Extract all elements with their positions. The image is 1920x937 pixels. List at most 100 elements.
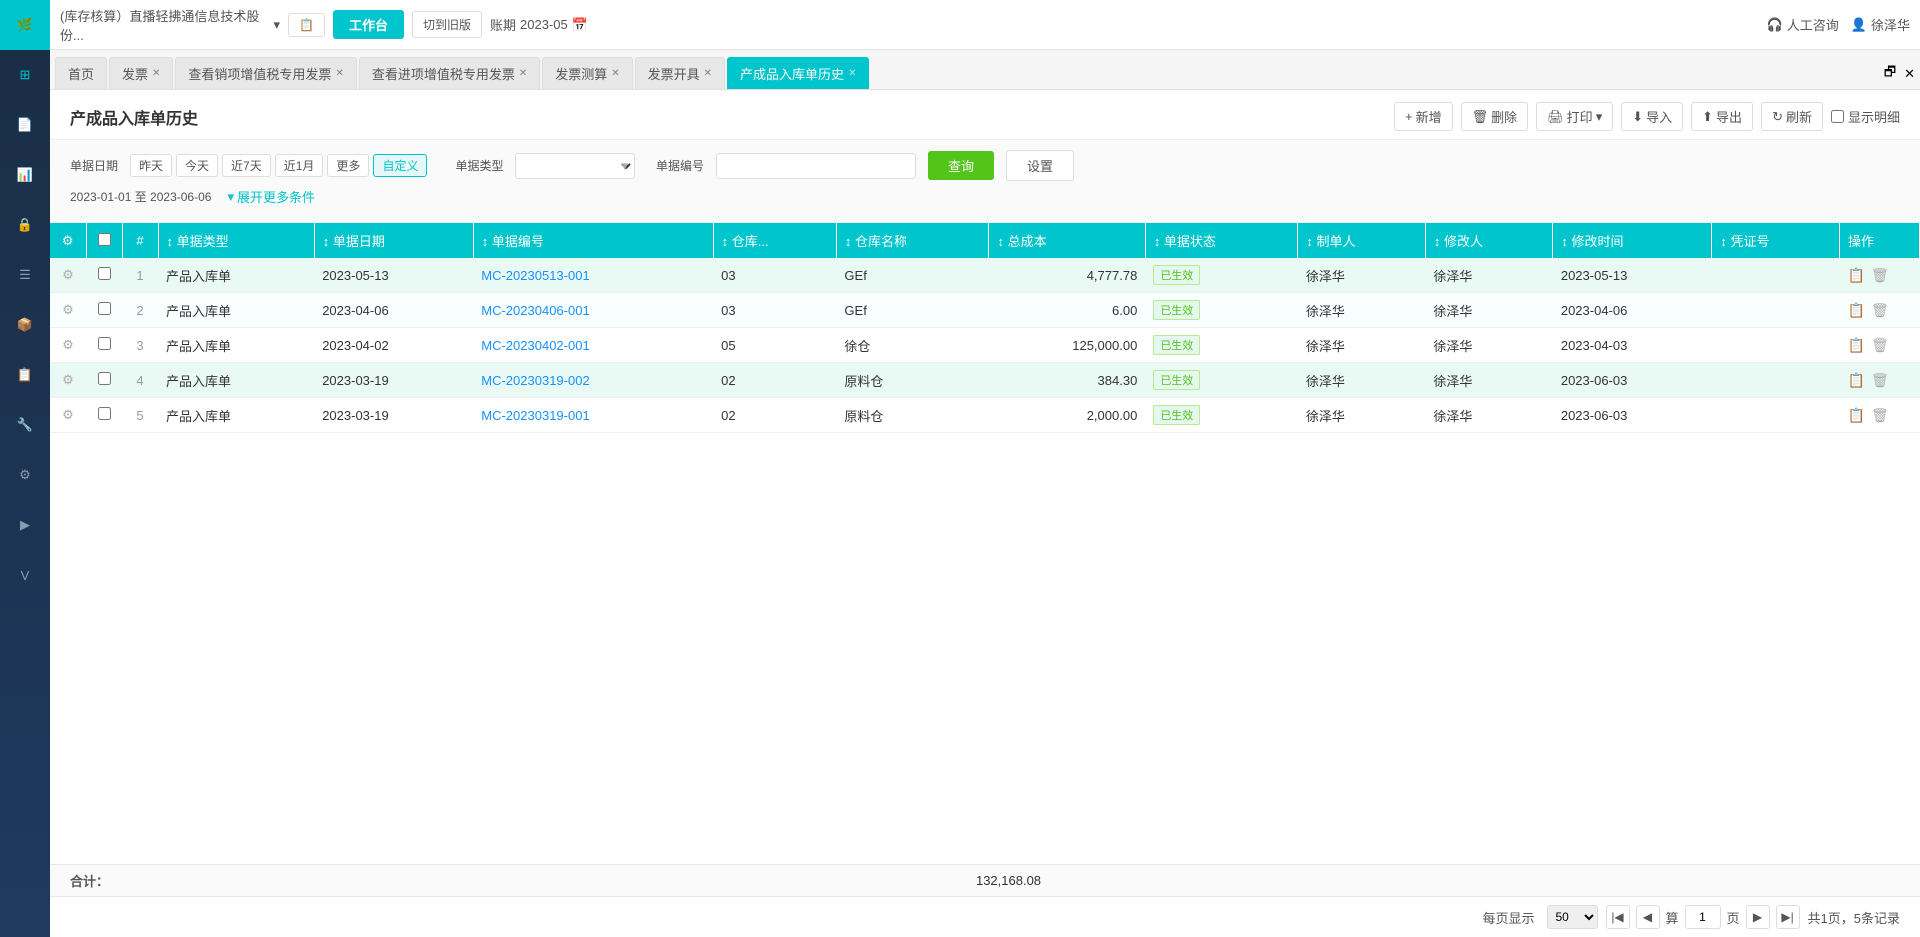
- checkbox-col-header[interactable]: [86, 223, 122, 258]
- sidebar-item-list[interactable]: ☰: [0, 250, 50, 300]
- row-doc-num-link[interactable]: MC-20230402-001: [481, 338, 589, 353]
- row-delete-icon[interactable]: 🗑: [1871, 302, 1889, 319]
- modifier-col-header[interactable]: ↕ 修改人: [1425, 223, 1552, 258]
- custom-btn[interactable]: 自定义: [373, 154, 427, 177]
- sidebar-item-settings[interactable]: ⚙: [0, 450, 50, 500]
- sidebar-item-tool[interactable]: 🔧: [0, 400, 50, 450]
- tab-invoice-issue-close[interactable]: ✕: [704, 68, 712, 79]
- sidebar-item-inventory[interactable]: 📋: [0, 350, 50, 400]
- tab-home[interactable]: 首页: [55, 57, 107, 89]
- row-delete-icon[interactable]: 🗑: [1871, 407, 1889, 424]
- tab-product-history[interactable]: 产成品入库单历史 ✕: [727, 57, 869, 89]
- row-settings-icon[interactable]: ⚙: [50, 398, 86, 433]
- refresh-button[interactable]: ↻ 刷新: [1761, 102, 1823, 131]
- row-settings-icon[interactable]: ⚙: [50, 328, 86, 363]
- prev-page-btn[interactable]: ◀: [1636, 905, 1660, 929]
- row-edit-icon[interactable]: 📋: [1848, 302, 1865, 319]
- expand-more-btn[interactable]: ▾ 展开更多条件: [223, 185, 319, 208]
- workbench-button[interactable]: 工作台: [333, 10, 404, 39]
- row-checkbox-cell[interactable]: [86, 363, 122, 398]
- setting-button[interactable]: 设置: [1006, 150, 1074, 181]
- last7days-btn[interactable]: 近7天: [222, 154, 271, 177]
- tab-invoice-issue[interactable]: 发票开具 ✕: [635, 57, 725, 89]
- row-settings-icon[interactable]: ⚙: [50, 258, 86, 293]
- type-col-header[interactable]: ↕ 单据类型: [158, 223, 314, 258]
- company-selector[interactable]: (库存核算）直播轻拂通信息技术股份... ▾: [60, 6, 280, 44]
- row-settings-icon[interactable]: ⚙: [50, 363, 86, 398]
- delete-button[interactable]: 🗑 删除: [1461, 102, 1529, 131]
- last1month-btn[interactable]: 近1月: [275, 154, 324, 177]
- tab-product-history-close[interactable]: ✕: [848, 68, 856, 79]
- next-page-btn[interactable]: ▶: [1746, 905, 1770, 929]
- calendar-icon[interactable]: 📅: [572, 17, 588, 33]
- type-select[interactable]: [515, 153, 635, 179]
- row-checkbox-cell[interactable]: [86, 398, 122, 433]
- row-doc-num-link[interactable]: MC-20230319-001: [481, 408, 589, 423]
- row-doc-num-link[interactable]: MC-20230319-002: [481, 373, 589, 388]
- user-service[interactable]: 🎧 人工咨询: [1767, 15, 1839, 34]
- new-button[interactable]: + 新增: [1394, 102, 1453, 131]
- row-delete-icon[interactable]: 🗑: [1871, 267, 1889, 284]
- row-checkbox-cell[interactable]: [86, 328, 122, 363]
- row-delete-icon[interactable]: 🗑: [1871, 372, 1889, 389]
- status-col-header[interactable]: ↕ 单据状态: [1145, 223, 1298, 258]
- page-num-input[interactable]: [1685, 905, 1721, 929]
- date-col-header[interactable]: ↕ 单据日期: [314, 223, 473, 258]
- creator-col-header[interactable]: ↕ 制单人: [1298, 223, 1425, 258]
- row-doc-num[interactable]: MC-20230402-001: [473, 328, 713, 363]
- tab-input-vat-close[interactable]: ✕: [519, 68, 527, 79]
- sidebar-item-doc[interactable]: 📄: [0, 100, 50, 150]
- row-checkbox[interactable]: [98, 337, 111, 350]
- tab-invoice[interactable]: 发票 ✕: [109, 57, 173, 89]
- row-edit-icon[interactable]: 📋: [1848, 267, 1865, 284]
- sidebar-item-play[interactable]: ▶: [0, 500, 50, 550]
- row-doc-num[interactable]: MC-20230513-001: [473, 258, 713, 293]
- wname-col-header[interactable]: ↕ 仓库名称: [836, 223, 989, 258]
- row-edit-icon[interactable]: 📋: [1848, 407, 1865, 424]
- sidebar-item-box[interactable]: 📦: [0, 300, 50, 350]
- row-doc-num-link[interactable]: MC-20230406-001: [481, 303, 589, 318]
- num-filter-input[interactable]: [716, 153, 916, 179]
- voucher-col-header[interactable]: ↕ 凭证号: [1712, 223, 1840, 258]
- row-edit-icon[interactable]: 📋: [1848, 372, 1865, 389]
- row-delete-icon[interactable]: 🗑: [1871, 337, 1889, 354]
- tab-output-vat-close[interactable]: ✕: [335, 68, 343, 79]
- show-detail-checkbox[interactable]: [1831, 110, 1844, 123]
- row-checkbox-cell[interactable]: [86, 258, 122, 293]
- yesterday-btn[interactable]: 昨天: [130, 154, 172, 177]
- row-checkbox-cell[interactable]: [86, 293, 122, 328]
- tab-input-vat[interactable]: 查看进项增值税专用发票 ✕: [359, 57, 540, 89]
- print-button[interactable]: 🖨 打印 ▾: [1536, 102, 1613, 131]
- copy-button[interactable]: 📋: [288, 13, 325, 37]
- first-page-btn[interactable]: |◀: [1606, 905, 1630, 929]
- page-size-select[interactable]: 20 50 100: [1547, 905, 1598, 929]
- search-button[interactable]: 查询: [928, 151, 994, 180]
- sidebar-item-chart[interactable]: 📊: [0, 150, 50, 200]
- row-checkbox[interactable]: [98, 267, 111, 280]
- more-btn[interactable]: 更多: [327, 154, 369, 177]
- row-doc-num[interactable]: MC-20230406-001: [473, 293, 713, 328]
- row-doc-num[interactable]: MC-20230319-001: [473, 398, 713, 433]
- cost-col-header[interactable]: ↕ 总成本: [989, 223, 1145, 258]
- row-doc-num[interactable]: MC-20230319-002: [473, 363, 713, 398]
- docnum-col-header[interactable]: ↕ 单据编号: [473, 223, 713, 258]
- user-info[interactable]: 👤 徐泽华: [1851, 15, 1910, 34]
- switch-old-button[interactable]: 切到旧版: [412, 11, 482, 38]
- row-checkbox[interactable]: [98, 372, 111, 385]
- tab-invoice-calc-close[interactable]: ✕: [611, 68, 619, 79]
- row-settings-icon[interactable]: ⚙: [50, 293, 86, 328]
- export-button[interactable]: ⬆ 导出: [1691, 102, 1753, 131]
- close-window-button[interactable]: ✕: [1904, 66, 1915, 82]
- row-edit-icon[interactable]: 📋: [1848, 337, 1865, 354]
- row-doc-num-link[interactable]: MC-20230513-001: [481, 268, 589, 283]
- settings-col-header[interactable]: ⚙: [50, 223, 86, 258]
- sidebar-item-home[interactable]: ⊞: [0, 50, 50, 100]
- last-page-btn[interactable]: ▶|: [1776, 905, 1800, 929]
- select-all-checkbox[interactable]: [98, 233, 111, 246]
- restore-window-button[interactable]: 🗗: [1884, 63, 1896, 85]
- tab-output-vat[interactable]: 查看销项增值税专用发票 ✕: [175, 57, 356, 89]
- row-checkbox[interactable]: [98, 407, 111, 420]
- wcode-col-header[interactable]: ↕ 仓库...: [713, 223, 836, 258]
- today-btn[interactable]: 今天: [176, 154, 218, 177]
- app-logo[interactable]: 🌿: [0, 0, 50, 50]
